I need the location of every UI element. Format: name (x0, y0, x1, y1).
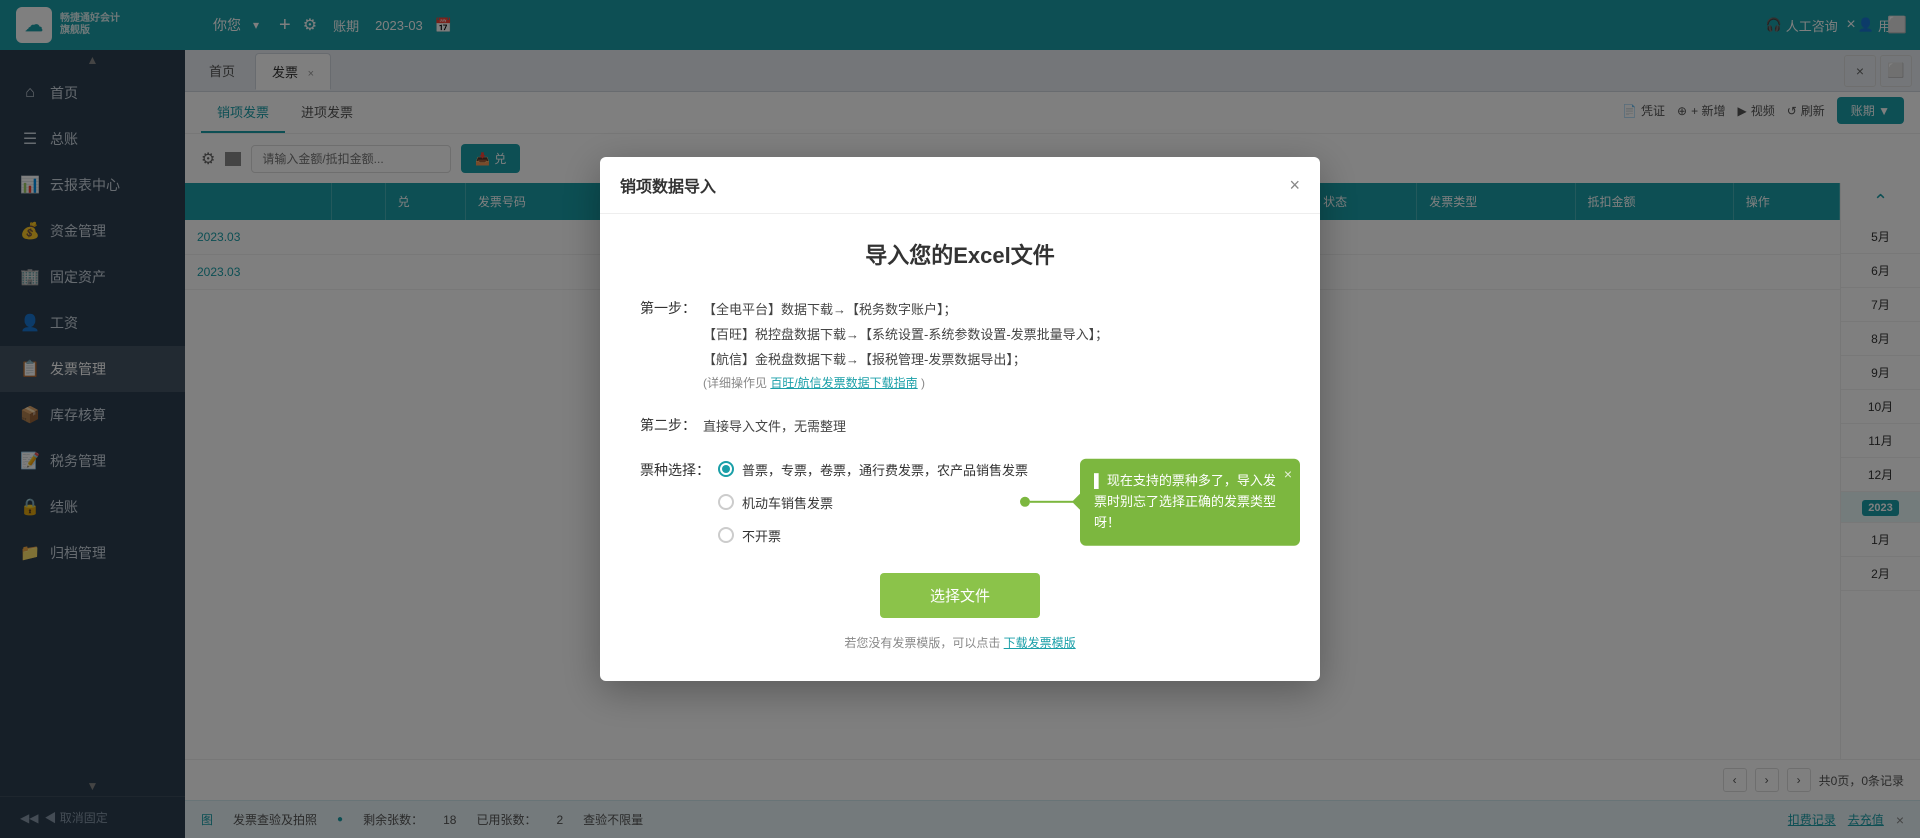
modal-title: 销项数据导入 (620, 173, 716, 197)
ticket-opt2-label: 机动车销售发票 (742, 493, 833, 512)
tooltip-close-btn[interactable]: × (1284, 463, 1292, 485)
step1-line2: 【百旺】税控盘数据下载→【系统设置-系统参数设置-发票批量导入】； (703, 323, 1108, 348)
step1-line3: 【航信】金税盘数据下载→【报税管理-发票数据导出】； (703, 348, 1108, 373)
tooltip-text: ▌ (1094, 473, 1107, 488)
step1-section: 第一步： 【全电平台】数据下载→【税务数字账户】； 【百旺】税控盘数据下载→【系… (640, 298, 1280, 395)
step2-row: 第二步： 直接导入文件，无需整理 (640, 415, 1280, 440)
modal-footer: 若您没有发票模版，可以点击 下载发票模版 (640, 634, 1280, 651)
radio-opt2 (718, 494, 734, 510)
ticket-opt3[interactable]: 不开票 (718, 526, 1028, 545)
download-template-link[interactable]: 下载发票模版 (1004, 636, 1076, 650)
modal-header: 销项数据导入 × (600, 157, 1320, 214)
ticket-section: 票种选择： 普票，专票，卷票，通行费发票，农产品销售发票 机动车销售发票 (640, 460, 1280, 545)
ticket-options: 普票，专票，卷票，通行费发票，农产品销售发票 机动车销售发票 不开票 (718, 460, 1028, 545)
tooltip-popup: × ▌ 现在支持的票种多了，导入发票时别忘了选择正确的发票类型呀！ (1080, 459, 1300, 545)
step1-line1: 【全电平台】数据下载→【税务数字账户】； (703, 298, 1108, 323)
select-file-btn[interactable]: 选择文件 (880, 573, 1040, 618)
tooltip-content: 现在支持的票种多了，导入发票时别忘了选择正确的发票类型呀！ (1094, 473, 1276, 530)
step1-row: 第一步： 【全电平台】数据下载→【税务数字账户】； 【百旺】税控盘数据下载→【系… (640, 298, 1280, 395)
tooltip-wrapper: × ▌ 现在支持的票种多了，导入发票时别忘了选择正确的发票类型呀！ (1020, 459, 1300, 545)
ticket-opt2[interactable]: 机动车销售发票 (718, 493, 1028, 512)
step1-content: 【全电平台】数据下载→【税务数字账户】； 【百旺】税控盘数据下载→【系统设置-系… (703, 298, 1108, 395)
import-modal: 销项数据导入 × 导入您的Excel文件 第一步： 【全电平台】数据下载→【税务… (600, 157, 1320, 681)
modal-overlay: 销项数据导入 × 导入您的Excel文件 第一步： 【全电平台】数据下载→【税务… (0, 0, 1920, 838)
ticket-label: 票种选择： (640, 460, 710, 480)
tooltip-connector (1020, 497, 1080, 507)
step1-label: 第一步： (640, 298, 695, 318)
modal-file-title: 导入您的Excel文件 (640, 238, 1280, 270)
step2-label: 第二步： (640, 415, 695, 435)
step2-content: 直接导入文件，无需整理 (703, 415, 846, 440)
radio-opt3 (718, 527, 734, 543)
step1-note: (详细操作见 百旺/航信发票数据下载指南 ) (703, 372, 1108, 395)
ticket-opt1[interactable]: 普票，专票，卷票，通行费发票，农产品销售发票 (718, 460, 1028, 479)
modal-body: 导入您的Excel文件 第一步： 【全电平台】数据下载→【税务数字账户】； 【百… (600, 214, 1320, 681)
radio-opt1 (718, 461, 734, 477)
step2-section: 第二步： 直接导入文件，无需整理 (640, 415, 1280, 440)
connector-dot (1020, 497, 1030, 507)
ticket-opt1-label: 普票，专票，卷票，通行费发票，农产品销售发票 (742, 460, 1028, 479)
guide-link[interactable]: 百旺/航信发票数据下载指南 (770, 376, 917, 390)
ticket-opt3-label: 不开票 (742, 526, 781, 545)
footer-note-text: 若您没有发票模版，可以点击 (844, 636, 1000, 650)
modal-close-btn[interactable]: × (1289, 175, 1300, 196)
